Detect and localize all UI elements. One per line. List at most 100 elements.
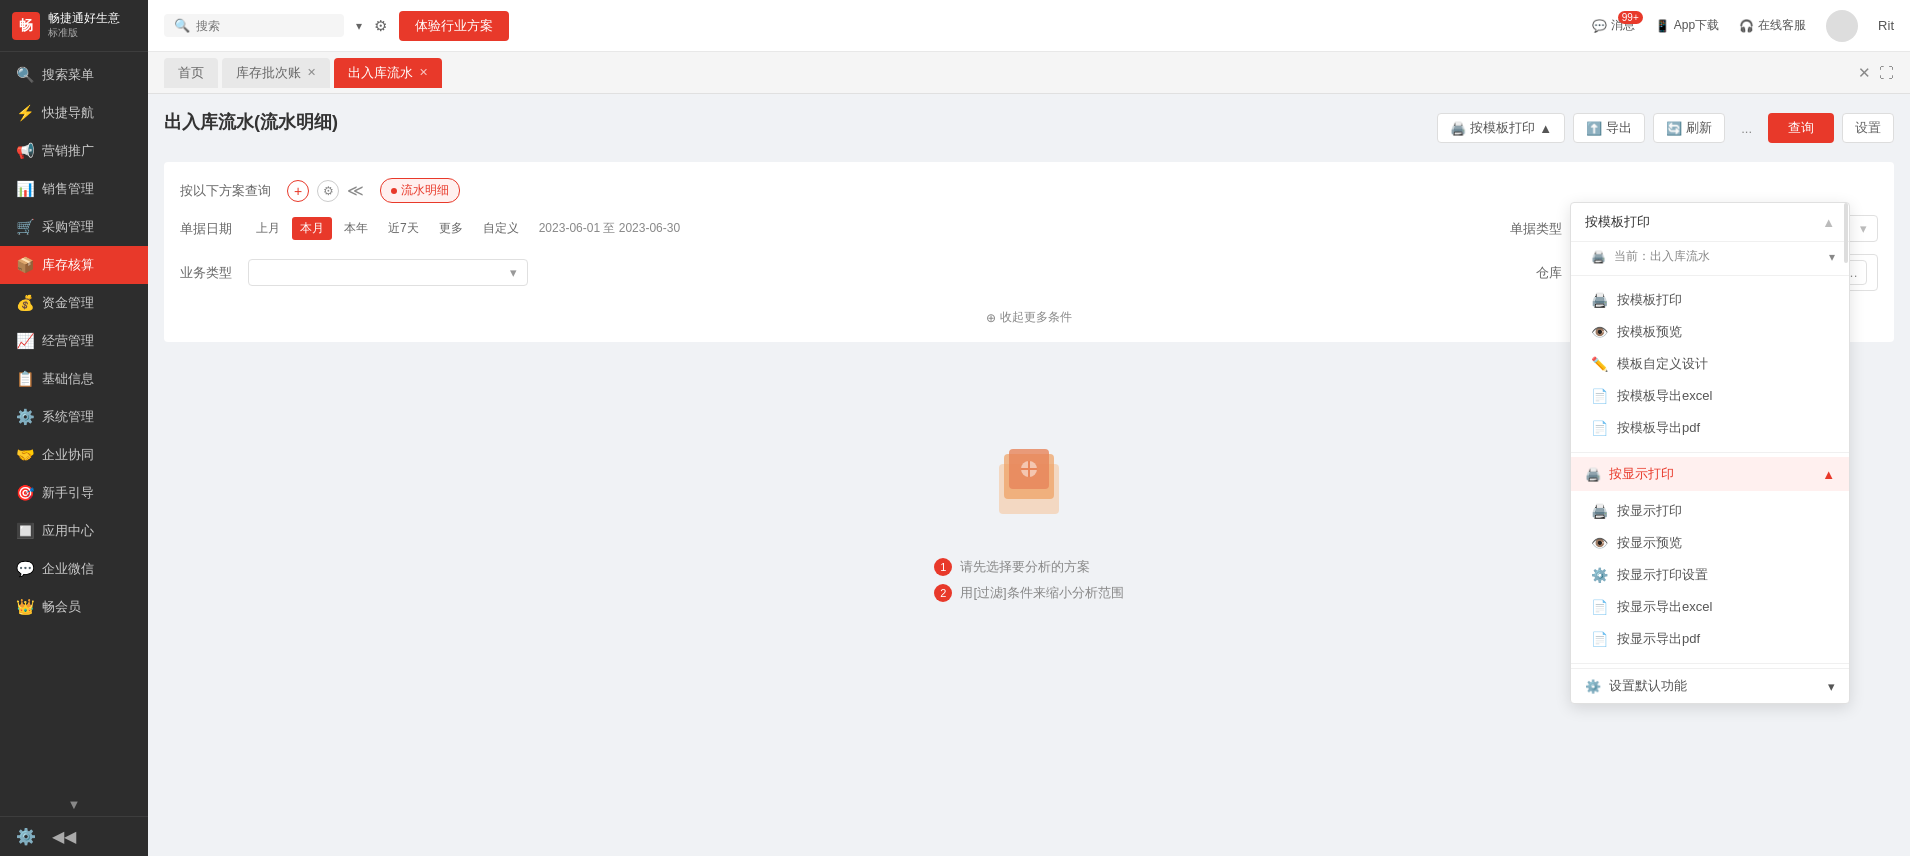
- tab-home-label: 首页: [178, 64, 204, 82]
- sidebar-item-vip[interactable]: 👑 畅会员: [0, 588, 148, 626]
- display-print-label: 按显示打印: [1617, 502, 1682, 520]
- topbar-industry-button[interactable]: 体验行业方案: [399, 11, 509, 41]
- tab-flow-close[interactable]: ✕: [419, 66, 428, 79]
- template-export-pdf-item[interactable]: 📄 按模板导出pdf: [1571, 412, 1849, 444]
- filter-active-tag[interactable]: 流水明细: [380, 178, 460, 203]
- action-more-button[interactable]: ...: [1733, 116, 1760, 141]
- template-print-item[interactable]: 🖨️ 按模板打印: [1571, 284, 1849, 316]
- scroll-bar: [1843, 203, 1849, 703]
- tabbar: 首页 库存批次账 ✕ 出入库流水 ✕ ✕ ⛶: [148, 52, 1910, 94]
- topbar-search-input[interactable]: [196, 19, 334, 33]
- app-name: 畅捷通好生意: [48, 11, 120, 27]
- sidebar-item-system[interactable]: ⚙️ 系统管理: [0, 398, 148, 436]
- template-preview-item[interactable]: 👁️ 按模板预览: [1571, 316, 1849, 348]
- sidebar-settings-icon[interactable]: ⚙️: [16, 827, 36, 846]
- sidebar-scroll-down[interactable]: ▼: [0, 793, 148, 816]
- sidebar-item-operation[interactable]: 📈 经营管理: [0, 322, 148, 360]
- date-btn-last-month[interactable]: 上月: [248, 217, 288, 240]
- tab-home[interactable]: 首页: [164, 58, 218, 88]
- warehouse-label: 仓库: [1536, 264, 1562, 282]
- sidebar-item-basic[interactable]: 📋 基础信息: [0, 360, 148, 398]
- sidebar-collapse-icon[interactable]: ◀◀: [52, 827, 76, 846]
- filter-settings-button[interactable]: ⚙: [317, 180, 339, 202]
- tab-batch-close[interactable]: ✕: [307, 66, 316, 79]
- sidebar-item-app-center[interactable]: 🔲 应用中心: [0, 512, 148, 550]
- display-export-excel-item[interactable]: 📄 按显示导出excel: [1571, 591, 1849, 623]
- display-preview-item[interactable]: 👁️ 按显示预览: [1571, 527, 1849, 559]
- display-print-settings-icon: ⚙️: [1591, 567, 1607, 583]
- topbar-dropdown-arrow[interactable]: ▾: [356, 19, 362, 33]
- sidebar-item-label: 畅会员: [42, 598, 81, 616]
- sidebar-item-label: 经营管理: [42, 332, 94, 350]
- sidebar-item-wechat[interactable]: 💬 企业微信: [0, 550, 148, 588]
- sidebar-item-quick-nav[interactable]: ⚡ 快捷导航: [0, 94, 148, 132]
- display-print-section-header[interactable]: 🖨️ 按显示打印 ▲: [1571, 457, 1849, 491]
- refresh-button[interactable]: 🔄 刷新: [1653, 113, 1725, 143]
- tab-flow[interactable]: 出入库流水 ✕: [334, 58, 442, 88]
- print-button[interactable]: 🖨️ 按模板打印 ▲: [1437, 113, 1565, 143]
- display-export-pdf-icon: 📄: [1591, 631, 1607, 647]
- search-nav-icon: 🔍: [16, 66, 34, 84]
- date-filter: 上月 本月 本年 近7天 更多 自定义 2023-06-01 至 2023-06…: [248, 217, 680, 240]
- template-print-icon: 🖨️: [1591, 292, 1607, 308]
- sidebar-item-label: 采购管理: [42, 218, 94, 236]
- sidebar-item-sales[interactable]: 📊 销售管理: [0, 170, 148, 208]
- date-btn-current-month[interactable]: 本月: [292, 217, 332, 240]
- sidebar-item-marketing[interactable]: 📢 营销推广: [0, 132, 148, 170]
- topbar-user-avatar[interactable]: [1826, 10, 1858, 42]
- sidebar-item-inventory[interactable]: 📦 库存核算: [0, 246, 148, 284]
- topbar: 🔍 ▾ ⚙ 体验行业方案 💬 消息 99+ 📱 App下载 🎧 在线客服 Rit: [148, 0, 1910, 52]
- display-print-section: 🖨️ 按显示打印 👁️ 按显示预览 ⚙️ 按显示打印设置 📄 按显示导出exce…: [1571, 491, 1849, 659]
- tabbar-close-icon[interactable]: ✕: [1858, 64, 1871, 82]
- tabbar-maximize-icon[interactable]: ⛶: [1879, 64, 1894, 82]
- empty-step-1: 1 请先选择要分析的方案: [934, 558, 1123, 576]
- topbar-service-btn[interactable]: 🎧 在线客服: [1739, 17, 1806, 34]
- filter-add-button[interactable]: +: [287, 180, 309, 202]
- display-export-pdf-item[interactable]: 📄 按显示导出pdf: [1571, 623, 1849, 655]
- tab-batch[interactable]: 库存批次账 ✕: [222, 58, 330, 88]
- step-num-2: 2: [934, 584, 952, 602]
- quick-nav-icon: ⚡: [16, 104, 34, 122]
- print-dropdown-footer[interactable]: ⚙️ 设置默认功能 ▾: [1571, 668, 1849, 703]
- topbar-search-box[interactable]: 🔍: [164, 14, 344, 37]
- sidebar-item-cooperation[interactable]: 🤝 企业协同: [0, 436, 148, 474]
- settings-button[interactable]: 设置: [1842, 113, 1894, 143]
- topbar-settings-icon[interactable]: ⚙: [374, 17, 387, 35]
- display-print-section-icon: 🖨️: [1585, 467, 1601, 482]
- display-preview-label: 按显示预览: [1617, 534, 1682, 552]
- date-btn-current-year[interactable]: 本年: [336, 217, 376, 240]
- template-export-excel-item[interactable]: 📄 按模板导出excel: [1571, 380, 1849, 412]
- print-dropdown-header: 按模板打印 ▲: [1571, 203, 1849, 242]
- vip-icon: 👑: [16, 598, 34, 616]
- operation-icon: 📈: [16, 332, 34, 350]
- export-button[interactable]: ⬆️ 导出: [1573, 113, 1645, 143]
- export-icon: ⬆️: [1586, 121, 1602, 136]
- display-print-settings-item[interactable]: ⚙️ 按显示打印设置: [1571, 559, 1849, 591]
- date-btn-more[interactable]: 更多: [431, 217, 471, 240]
- query-button[interactable]: 查询: [1768, 113, 1834, 143]
- biz-type-select[interactable]: ▾: [248, 259, 528, 286]
- filter-collapse-button[interactable]: ≪: [347, 181, 364, 200]
- display-print-section-label: 按显示打印: [1609, 465, 1674, 483]
- content-area: 出入库流水(流水明细) 🖨️ 按模板打印 ▲ ⬆️ 导出 🔄 刷新 ... 查询…: [148, 94, 1910, 856]
- sidebar-item-purchase[interactable]: 🛒 采购管理: [0, 208, 148, 246]
- template-custom-icon: ✏️: [1591, 356, 1607, 372]
- print-dropdown-collapse-arrow[interactable]: ▲: [1822, 215, 1835, 230]
- template-export-excel-icon: 📄: [1591, 388, 1607, 404]
- step-num-1: 1: [934, 558, 952, 576]
- print-label: 按模板打印: [1470, 119, 1535, 137]
- topbar-app-download-btn[interactable]: 📱 App下载: [1655, 17, 1719, 34]
- date-label: 单据日期: [180, 220, 232, 238]
- inventory-icon: 📦: [16, 256, 34, 274]
- footer-settings-label: 设置默认功能: [1609, 677, 1687, 695]
- date-btn-custom[interactable]: 自定义: [475, 217, 527, 240]
- date-btn-last-7-days[interactable]: 近7天: [380, 217, 427, 240]
- sidebar-item-finance[interactable]: 💰 资金管理: [0, 284, 148, 322]
- topbar-message-btn[interactable]: 💬 消息 99+: [1592, 17, 1635, 34]
- display-print-item[interactable]: 🖨️ 按显示打印: [1571, 495, 1849, 527]
- sidebar-item-search[interactable]: 🔍 搜索菜单: [0, 56, 148, 94]
- footer-arrow: ▾: [1828, 679, 1835, 694]
- basic-icon: 📋: [16, 370, 34, 388]
- template-custom-item[interactable]: ✏️ 模板自定义设计: [1571, 348, 1849, 380]
- sidebar-item-guide[interactable]: 🎯 新手引导: [0, 474, 148, 512]
